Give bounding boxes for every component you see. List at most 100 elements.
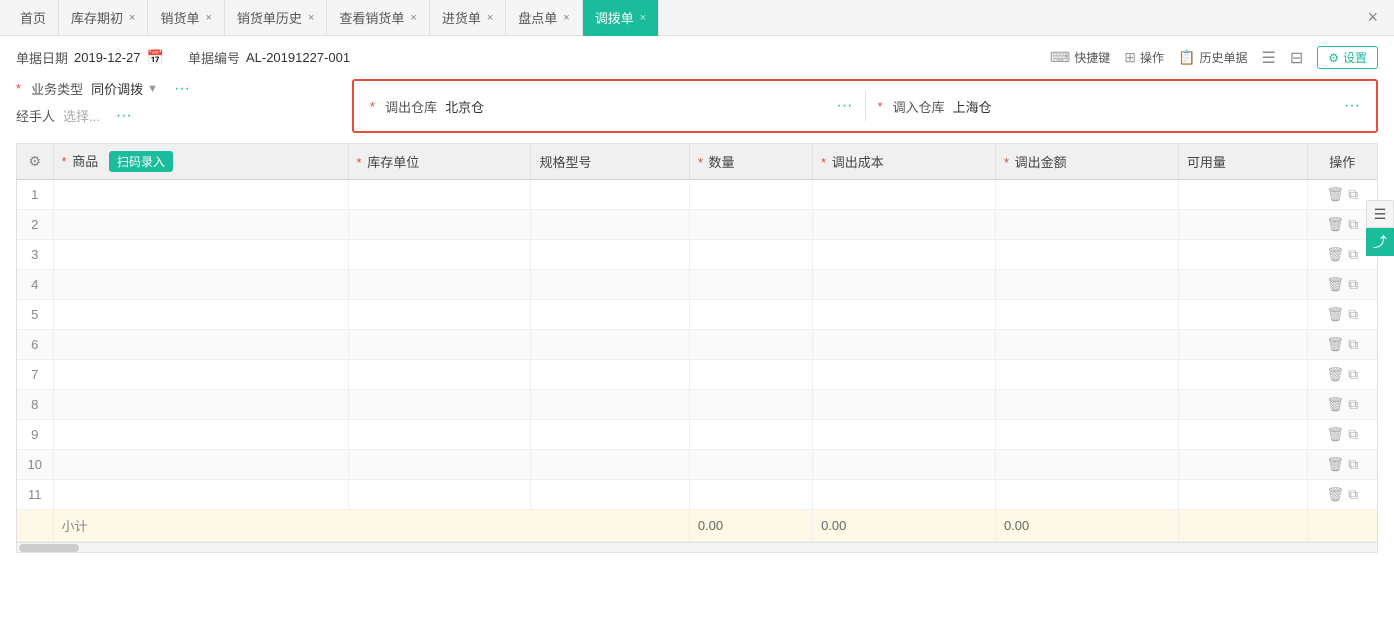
cell-product[interactable] (53, 300, 348, 330)
cell-unit[interactable] (348, 450, 531, 480)
right-toolbar-export-btn[interactable]: ⤴ (1366, 228, 1394, 256)
copy-icon[interactable]: ⧉ (1348, 336, 1358, 353)
cell-cost[interactable] (813, 210, 996, 240)
cell-quantity[interactable] (689, 450, 812, 480)
tab-transfer[interactable]: 调拨单 × (583, 0, 659, 36)
cell-unit[interactable] (348, 210, 531, 240)
cell-spec[interactable] (531, 330, 689, 360)
copy-icon[interactable]: ⧉ (1348, 456, 1358, 473)
right-toolbar-list-btn[interactable]: ☰ (1366, 200, 1394, 228)
dropdown-icon[interactable]: ▼ (147, 83, 158, 95)
settings-button[interactable]: ⚙ 设置 (1317, 46, 1378, 69)
operation-btn[interactable]: ⊞ 操作 (1124, 49, 1164, 66)
cell-product[interactable] (53, 210, 348, 240)
cell-unit[interactable] (348, 270, 531, 300)
horizontal-scrollbar[interactable] (17, 542, 1377, 552)
tab-view-sales-close[interactable]: × (410, 12, 416, 24)
cell-quantity[interactable] (689, 390, 812, 420)
tab-sales-history-close[interactable]: × (308, 12, 314, 24)
delete-icon[interactable]: 🗑 (1326, 456, 1344, 473)
shortcut-btn[interactable]: ⌨ 快捷键 (1050, 49, 1110, 66)
cell-unit[interactable] (348, 480, 531, 510)
delete-icon[interactable]: 🗑 (1326, 276, 1344, 293)
cell-cost[interactable] (813, 330, 996, 360)
cell-quantity[interactable] (689, 360, 812, 390)
business-type-more-icon[interactable]: ··· (174, 80, 190, 98)
source-warehouse-more-icon[interactable]: ··· (837, 97, 853, 115)
delete-icon[interactable]: 🗑 (1326, 396, 1344, 413)
cell-spec[interactable] (531, 300, 689, 330)
tab-transfer-close[interactable]: × (640, 12, 646, 24)
cell-amount[interactable] (995, 270, 1178, 300)
dest-warehouse-value[interactable]: 上海仓 (953, 97, 1328, 116)
cell-cost[interactable] (813, 180, 996, 210)
copy-icon[interactable]: ⧉ (1348, 396, 1358, 413)
date-value[interactable]: 2019-12-27 (74, 50, 141, 65)
delete-icon[interactable]: 🗑 (1326, 426, 1344, 443)
delete-icon[interactable]: 🗑 (1326, 246, 1344, 263)
tab-sales-order[interactable]: 销货单 × (148, 0, 224, 36)
cell-spec[interactable] (531, 450, 689, 480)
delete-icon[interactable]: 🗑 (1326, 336, 1344, 353)
cell-product[interactable] (53, 270, 348, 300)
business-type-select[interactable]: 同价调拨 ▼ (91, 79, 158, 98)
cell-unit[interactable] (348, 390, 531, 420)
cell-quantity[interactable] (689, 420, 812, 450)
cell-amount[interactable] (995, 390, 1178, 420)
cell-amount[interactable] (995, 300, 1178, 330)
cell-amount[interactable] (995, 330, 1178, 360)
scan-button[interactable]: 扫码录入 (109, 151, 173, 172)
cell-product[interactable] (53, 450, 348, 480)
tab-home[interactable]: 首页 (8, 0, 59, 36)
cell-quantity[interactable] (689, 330, 812, 360)
tab-inventory-init-close[interactable]: × (129, 12, 135, 24)
delete-icon[interactable]: 🗑 (1326, 486, 1344, 503)
cell-spec[interactable] (531, 270, 689, 300)
cell-cost[interactable] (813, 390, 996, 420)
delete-icon[interactable]: 🗑 (1326, 186, 1344, 203)
cell-quantity[interactable] (689, 210, 812, 240)
tab-inventory-init[interactable]: 库存期初 × (59, 0, 148, 36)
cell-amount[interactable] (995, 420, 1178, 450)
cell-unit[interactable] (348, 330, 531, 360)
cell-spec[interactable] (531, 390, 689, 420)
cell-unit[interactable] (348, 180, 531, 210)
cell-cost[interactable] (813, 420, 996, 450)
copy-icon[interactable]: ⧉ (1348, 366, 1358, 383)
table-gear-icon[interactable]: ⚙ (28, 153, 41, 169)
cell-amount[interactable] (995, 480, 1178, 510)
copy-icon[interactable]: ⧉ (1348, 426, 1358, 443)
delete-icon[interactable]: 🗑 (1326, 366, 1344, 383)
window-close-button[interactable]: × (1359, 7, 1386, 28)
delete-icon[interactable]: 🗑 (1326, 216, 1344, 233)
cell-cost[interactable] (813, 360, 996, 390)
handler-more-icon[interactable]: ··· (116, 107, 132, 125)
handler-placeholder[interactable]: 选择... (63, 106, 100, 125)
cell-product[interactable] (53, 480, 348, 510)
source-warehouse-value[interactable]: 北京仓 (445, 97, 820, 116)
copy-icon[interactable]: ⧉ (1348, 186, 1358, 203)
dest-warehouse-more-icon[interactable]: ··· (1344, 97, 1360, 115)
cell-product[interactable] (53, 240, 348, 270)
calendar-icon[interactable]: 📅 (147, 49, 164, 66)
cell-cost[interactable] (813, 240, 996, 270)
scroll-thumb[interactable] (19, 544, 79, 552)
cell-amount[interactable] (995, 210, 1178, 240)
cell-spec[interactable] (531, 360, 689, 390)
tab-purchase-close[interactable]: × (487, 12, 493, 24)
cell-spec[interactable] (531, 240, 689, 270)
cell-cost[interactable] (813, 480, 996, 510)
cell-quantity[interactable] (689, 180, 812, 210)
cell-product[interactable] (53, 330, 348, 360)
cell-cost[interactable] (813, 450, 996, 480)
cell-unit[interactable] (348, 420, 531, 450)
copy-icon[interactable]: ⧉ (1348, 306, 1358, 323)
cell-amount[interactable] (995, 360, 1178, 390)
delete-icon[interactable]: 🗑 (1326, 306, 1344, 323)
cell-cost[interactable] (813, 300, 996, 330)
cell-amount[interactable] (995, 450, 1178, 480)
cell-unit[interactable] (348, 300, 531, 330)
tab-sales-order-close[interactable]: × (205, 12, 211, 24)
tab-inventory-check-close[interactable]: × (563, 12, 569, 24)
cell-unit[interactable] (348, 240, 531, 270)
